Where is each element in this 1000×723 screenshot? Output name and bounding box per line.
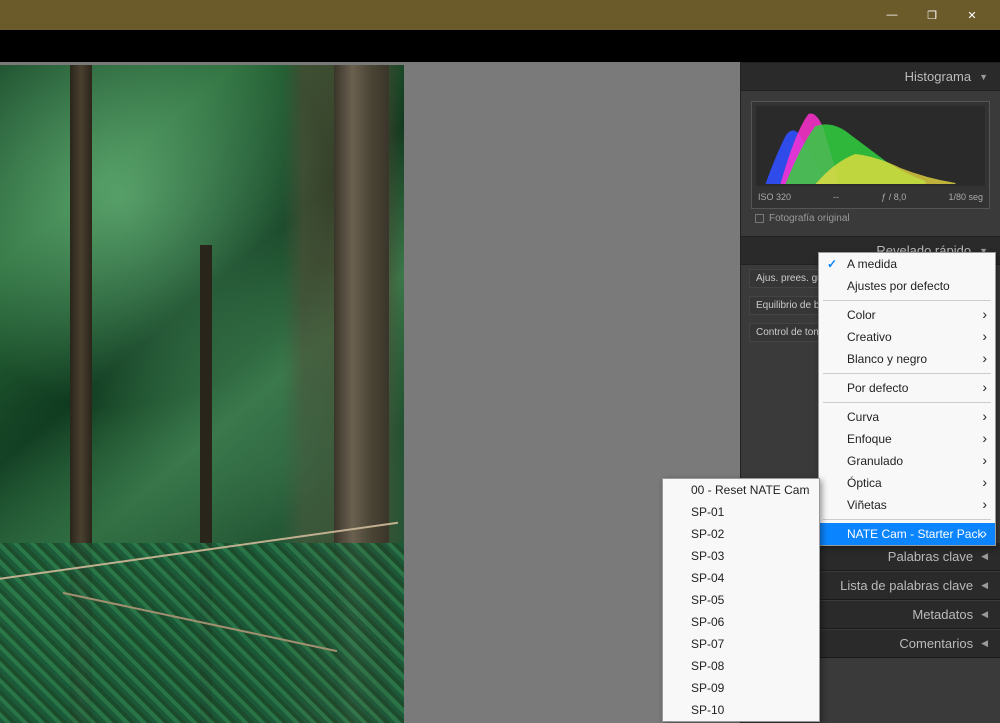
menu-item-color[interactable]: Color: [819, 304, 995, 326]
expand-icon: ◀: [981, 609, 988, 620]
window-titlebar: — ❐ ✕: [0, 0, 1000, 30]
original-label: Fotografía original: [769, 213, 850, 224]
maximize-icon: ❐: [927, 9, 937, 22]
close-icon: ✕: [967, 9, 976, 22]
menu-item-default-adjust[interactable]: Ajustes por defecto: [819, 275, 995, 297]
original-checkbox[interactable]: [755, 214, 764, 223]
submenu-sp08[interactable]: SP-08: [663, 655, 819, 677]
minimize-icon: —: [887, 9, 898, 21]
menu-item-custom[interactable]: A medida: [819, 253, 995, 275]
minimize-button[interactable]: —: [872, 1, 912, 29]
comments-title: Comentarios: [899, 636, 973, 651]
nate-cam-submenu[interactable]: 00 - Reset NATE Cam SP-01 SP-02 SP-03 SP…: [662, 478, 820, 722]
top-module-bar: [0, 30, 1000, 62]
menu-item-creative[interactable]: Creativo: [819, 326, 995, 348]
submenu-sp02[interactable]: SP-02: [663, 523, 819, 545]
menu-item-nate-cam[interactable]: NATE Cam - Starter Pack: [819, 523, 995, 545]
close-button[interactable]: ✕: [952, 1, 992, 29]
submenu-sp01[interactable]: SP-01: [663, 501, 819, 523]
histogram-header[interactable]: Histograma ▼: [741, 62, 1000, 91]
menu-item-vignette[interactable]: Viñetas: [819, 494, 995, 516]
preset-menu[interactable]: A medida Ajustes por defecto Color Creat…: [818, 252, 996, 546]
submenu-sp06[interactable]: SP-06: [663, 611, 819, 633]
histogram-title: Histograma: [905, 69, 971, 84]
menu-item-grain[interactable]: Granulado: [819, 450, 995, 472]
submenu-sp10[interactable]: SP-10: [663, 699, 819, 721]
submenu-sp04[interactable]: SP-04: [663, 567, 819, 589]
preview-image[interactable]: [0, 65, 404, 723]
histogram-shutter: 1/80 seg: [948, 192, 983, 202]
submenu-sp03[interactable]: SP-03: [663, 545, 819, 567]
maximize-button[interactable]: ❐: [912, 1, 952, 29]
keywords-title: Palabras clave: [888, 549, 973, 564]
menu-item-optics[interactable]: Óptica: [819, 472, 995, 494]
expand-icon: ◀: [981, 580, 988, 591]
keyword-list-title: Lista de palabras clave: [840, 578, 973, 593]
histogram-panel: ISO 320 -- ƒ / 8,0 1/80 seg Fotografía o…: [741, 91, 1000, 236]
histogram-chart[interactable]: [756, 106, 985, 186]
collapse-icon: ▼: [979, 72, 988, 82]
menu-separator: [823, 300, 991, 301]
menu-item-focus[interactable]: Enfoque: [819, 428, 995, 450]
expand-icon: ◀: [981, 551, 988, 562]
histogram-focal: --: [833, 192, 839, 202]
submenu-sp07[interactable]: SP-07: [663, 633, 819, 655]
menu-item-bw[interactable]: Blanco y negro: [819, 348, 995, 370]
submenu-reset[interactable]: 00 - Reset NATE Cam: [663, 479, 819, 501]
menu-item-curve[interactable]: Curva: [819, 406, 995, 428]
metadata-title: Metadatos: [912, 607, 973, 622]
histogram-iso: ISO 320: [758, 192, 791, 202]
menu-separator: [823, 519, 991, 520]
expand-icon: ◀: [981, 638, 988, 649]
menu-separator: [823, 402, 991, 403]
histogram-aperture: ƒ / 8,0: [881, 192, 906, 202]
image-canvas[interactable]: [0, 62, 740, 723]
menu-item-default[interactable]: Por defecto: [819, 377, 995, 399]
submenu-sp09[interactable]: SP-09: [663, 677, 819, 699]
submenu-sp05[interactable]: SP-05: [663, 589, 819, 611]
menu-separator: [823, 373, 991, 374]
